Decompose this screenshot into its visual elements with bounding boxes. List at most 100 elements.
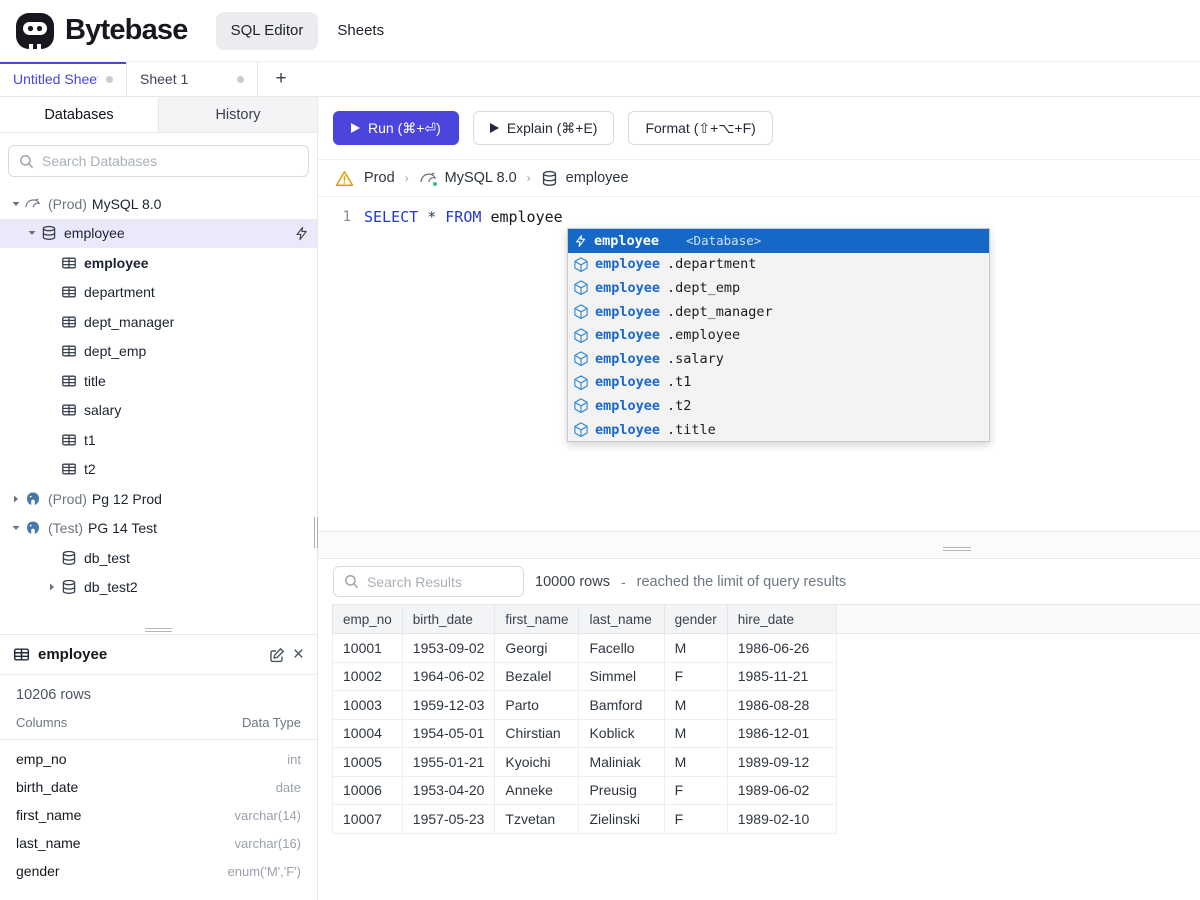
suggest-item-dept_emp[interactable]: employee.dept_emp: [568, 276, 989, 300]
database-search-box[interactable]: [8, 145, 309, 177]
tree-item-label: db_test: [84, 550, 130, 566]
suggest-table-name: .dept_manager: [667, 304, 773, 320]
format-button[interactable]: Format (⇧+⌥+F): [628, 111, 772, 145]
results-search-input[interactable]: [367, 574, 513, 590]
table-cell: 1955-01-21: [402, 748, 495, 777]
table-cell: 10003: [333, 691, 403, 720]
results-column-header[interactable]: emp_no: [333, 605, 403, 634]
results-column-header[interactable]: gender: [664, 605, 727, 634]
breadcrumb-database[interactable]: employee: [541, 170, 629, 187]
database-tree: (Prod)MySQL 8.0employeeemployeedepartmen…: [0, 189, 317, 634]
chevron-right-icon[interactable]: [7, 494, 24, 504]
bytebase-logo-icon: [14, 10, 56, 52]
sheet-tab-untitled[interactable]: Untitled Sheet: [0, 62, 127, 96]
results-table: emp_nobirth_datefirst_namelast_namegende…: [332, 604, 1200, 834]
suggest-name: employee: [594, 233, 659, 249]
chevron-down-icon[interactable]: [7, 199, 24, 209]
table-cell: 10001: [333, 634, 403, 663]
sql-statement: SELECT * FROM employee: [364, 207, 563, 228]
nav-sheets[interactable]: Sheets: [322, 12, 399, 50]
sql-editor[interactable]: 1 SELECT * FROM employee employee<Databa…: [318, 197, 1200, 532]
sidebar-resize-handle[interactable]: [314, 517, 321, 548]
autocomplete-dropdown: employee<Database>employee.departmentemp…: [567, 228, 990, 442]
close-icon[interactable]: ×: [293, 645, 304, 664]
app-header: Bytebase SQL Editor Sheets: [0, 0, 1200, 62]
schema-column-row: genderenum('M','F'): [0, 857, 317, 885]
results-column-header[interactable]: first_name: [495, 605, 579, 634]
results-header-row: emp_nobirth_datefirst_namelast_namegende…: [333, 605, 1200, 634]
table-row: 100061953-04-20AnnekePreusigF1989-06-02: [333, 776, 1200, 805]
results-resize-handle[interactable]: [943, 545, 971, 553]
tree-item-employee[interactable]: employee: [0, 219, 317, 249]
tree-item-title[interactable]: title: [0, 366, 317, 396]
results-column-header[interactable]: last_name: [579, 605, 664, 634]
schema-panel: employee × 10206 rows Columns Data Type …: [0, 634, 317, 900]
quick-action-lightning[interactable]: [294, 226, 309, 241]
table-cell: 1989-09-12: [727, 748, 837, 777]
results-panel: 10000 rows - reached the limit of query …: [318, 559, 1200, 900]
chevron-right-icon[interactable]: [43, 582, 60, 592]
tree-item-pg-12-prod[interactable]: (Prod)Pg 12 Prod: [0, 484, 317, 514]
panel-resize-handle[interactable]: [145, 626, 172, 634]
cube-icon: [574, 375, 588, 390]
table-cell: F: [664, 805, 727, 834]
tree-item-dept-manager[interactable]: dept_manager: [0, 307, 317, 337]
chevron-down-icon[interactable]: [7, 523, 24, 533]
suggest-item-t1[interactable]: employee.t1: [568, 371, 989, 395]
results-column-header[interactable]: birth_date: [402, 605, 495, 634]
table-icon: [60, 431, 77, 448]
tree-item-t2[interactable]: t2: [0, 455, 317, 485]
tree-item-db-test[interactable]: db_test: [0, 543, 317, 573]
dash-separator: -: [621, 574, 626, 590]
play-icon: [490, 123, 499, 133]
table-cell: 1986-08-28: [727, 691, 837, 720]
table-icon: [60, 402, 77, 419]
tree-item-db-test2[interactable]: db_test2: [0, 573, 317, 603]
content-area: Databases History (Prod)MySQL 8.0employe…: [0, 97, 1200, 900]
suggest-db-name: employee: [595, 280, 660, 296]
edit-icon[interactable]: [269, 647, 285, 663]
suggest-item-selected[interactable]: employee<Database>: [568, 229, 989, 253]
suggest-item-t2[interactable]: employee.t2: [568, 394, 989, 418]
sheet-tab-1[interactable]: Sheet 1: [127, 62, 258, 96]
tree-item-t1[interactable]: t1: [0, 425, 317, 455]
suggest-item-department[interactable]: employee.department: [568, 253, 989, 277]
tab-history[interactable]: History: [159, 97, 317, 132]
schema-columns-header: Columns Data Type: [0, 705, 317, 740]
sheet-dirty-dot: [106, 76, 113, 83]
explain-button[interactable]: Explain (⌘+E): [473, 111, 615, 145]
schema-column-row: emp_noint: [0, 745, 317, 773]
table-cell: Chirstian: [495, 719, 579, 748]
tree-item-dept-emp[interactable]: dept_emp: [0, 337, 317, 367]
tab-databases[interactable]: Databases: [0, 97, 159, 132]
table-icon: [60, 284, 77, 301]
suggest-item-salary[interactable]: employee.salary: [568, 347, 989, 371]
table-cell-filler: [837, 691, 1200, 720]
suggest-item-employee[interactable]: employee.employee: [568, 323, 989, 347]
suggest-table-name: .employee: [667, 327, 740, 343]
suggest-item-title[interactable]: employee.title: [568, 418, 989, 442]
suggest-table-name: .t2: [667, 398, 691, 414]
table-icon: [60, 461, 77, 478]
results-search-box[interactable]: [333, 566, 524, 597]
sheet-tab-label: Sheet 1: [140, 71, 229, 87]
table-cell-filler: [837, 805, 1200, 834]
database-search-input[interactable]: [42, 153, 298, 169]
breadcrumb-environment[interactable]: Prod: [364, 170, 395, 186]
explain-button-label: Explain (⌘+E): [507, 120, 598, 137]
suggest-item-dept_manager[interactable]: employee.dept_manager: [568, 300, 989, 324]
tree-item-pg-14-test[interactable]: (Test)PG 14 Test: [0, 514, 317, 544]
tree-item-salary[interactable]: salary: [0, 396, 317, 426]
tree-item-mysql-8-0[interactable]: (Prod)MySQL 8.0: [0, 189, 317, 219]
add-sheet-button[interactable]: +: [258, 62, 304, 96]
chevron-down-icon[interactable]: [23, 228, 40, 238]
tree-item-department[interactable]: department: [0, 278, 317, 308]
nav-sql-editor[interactable]: SQL Editor: [216, 12, 319, 50]
table-cell: 1953-09-02: [402, 634, 495, 663]
breadcrumb-instance[interactable]: MySQL 8.0: [419, 170, 517, 186]
sheet-dirty-dot: [237, 76, 244, 83]
suggest-table-name: .title: [667, 422, 716, 438]
results-column-header[interactable]: hire_date: [727, 605, 837, 634]
tree-item-employee[interactable]: employee: [0, 248, 317, 278]
run-button[interactable]: Run (⌘+⏎): [333, 111, 459, 145]
